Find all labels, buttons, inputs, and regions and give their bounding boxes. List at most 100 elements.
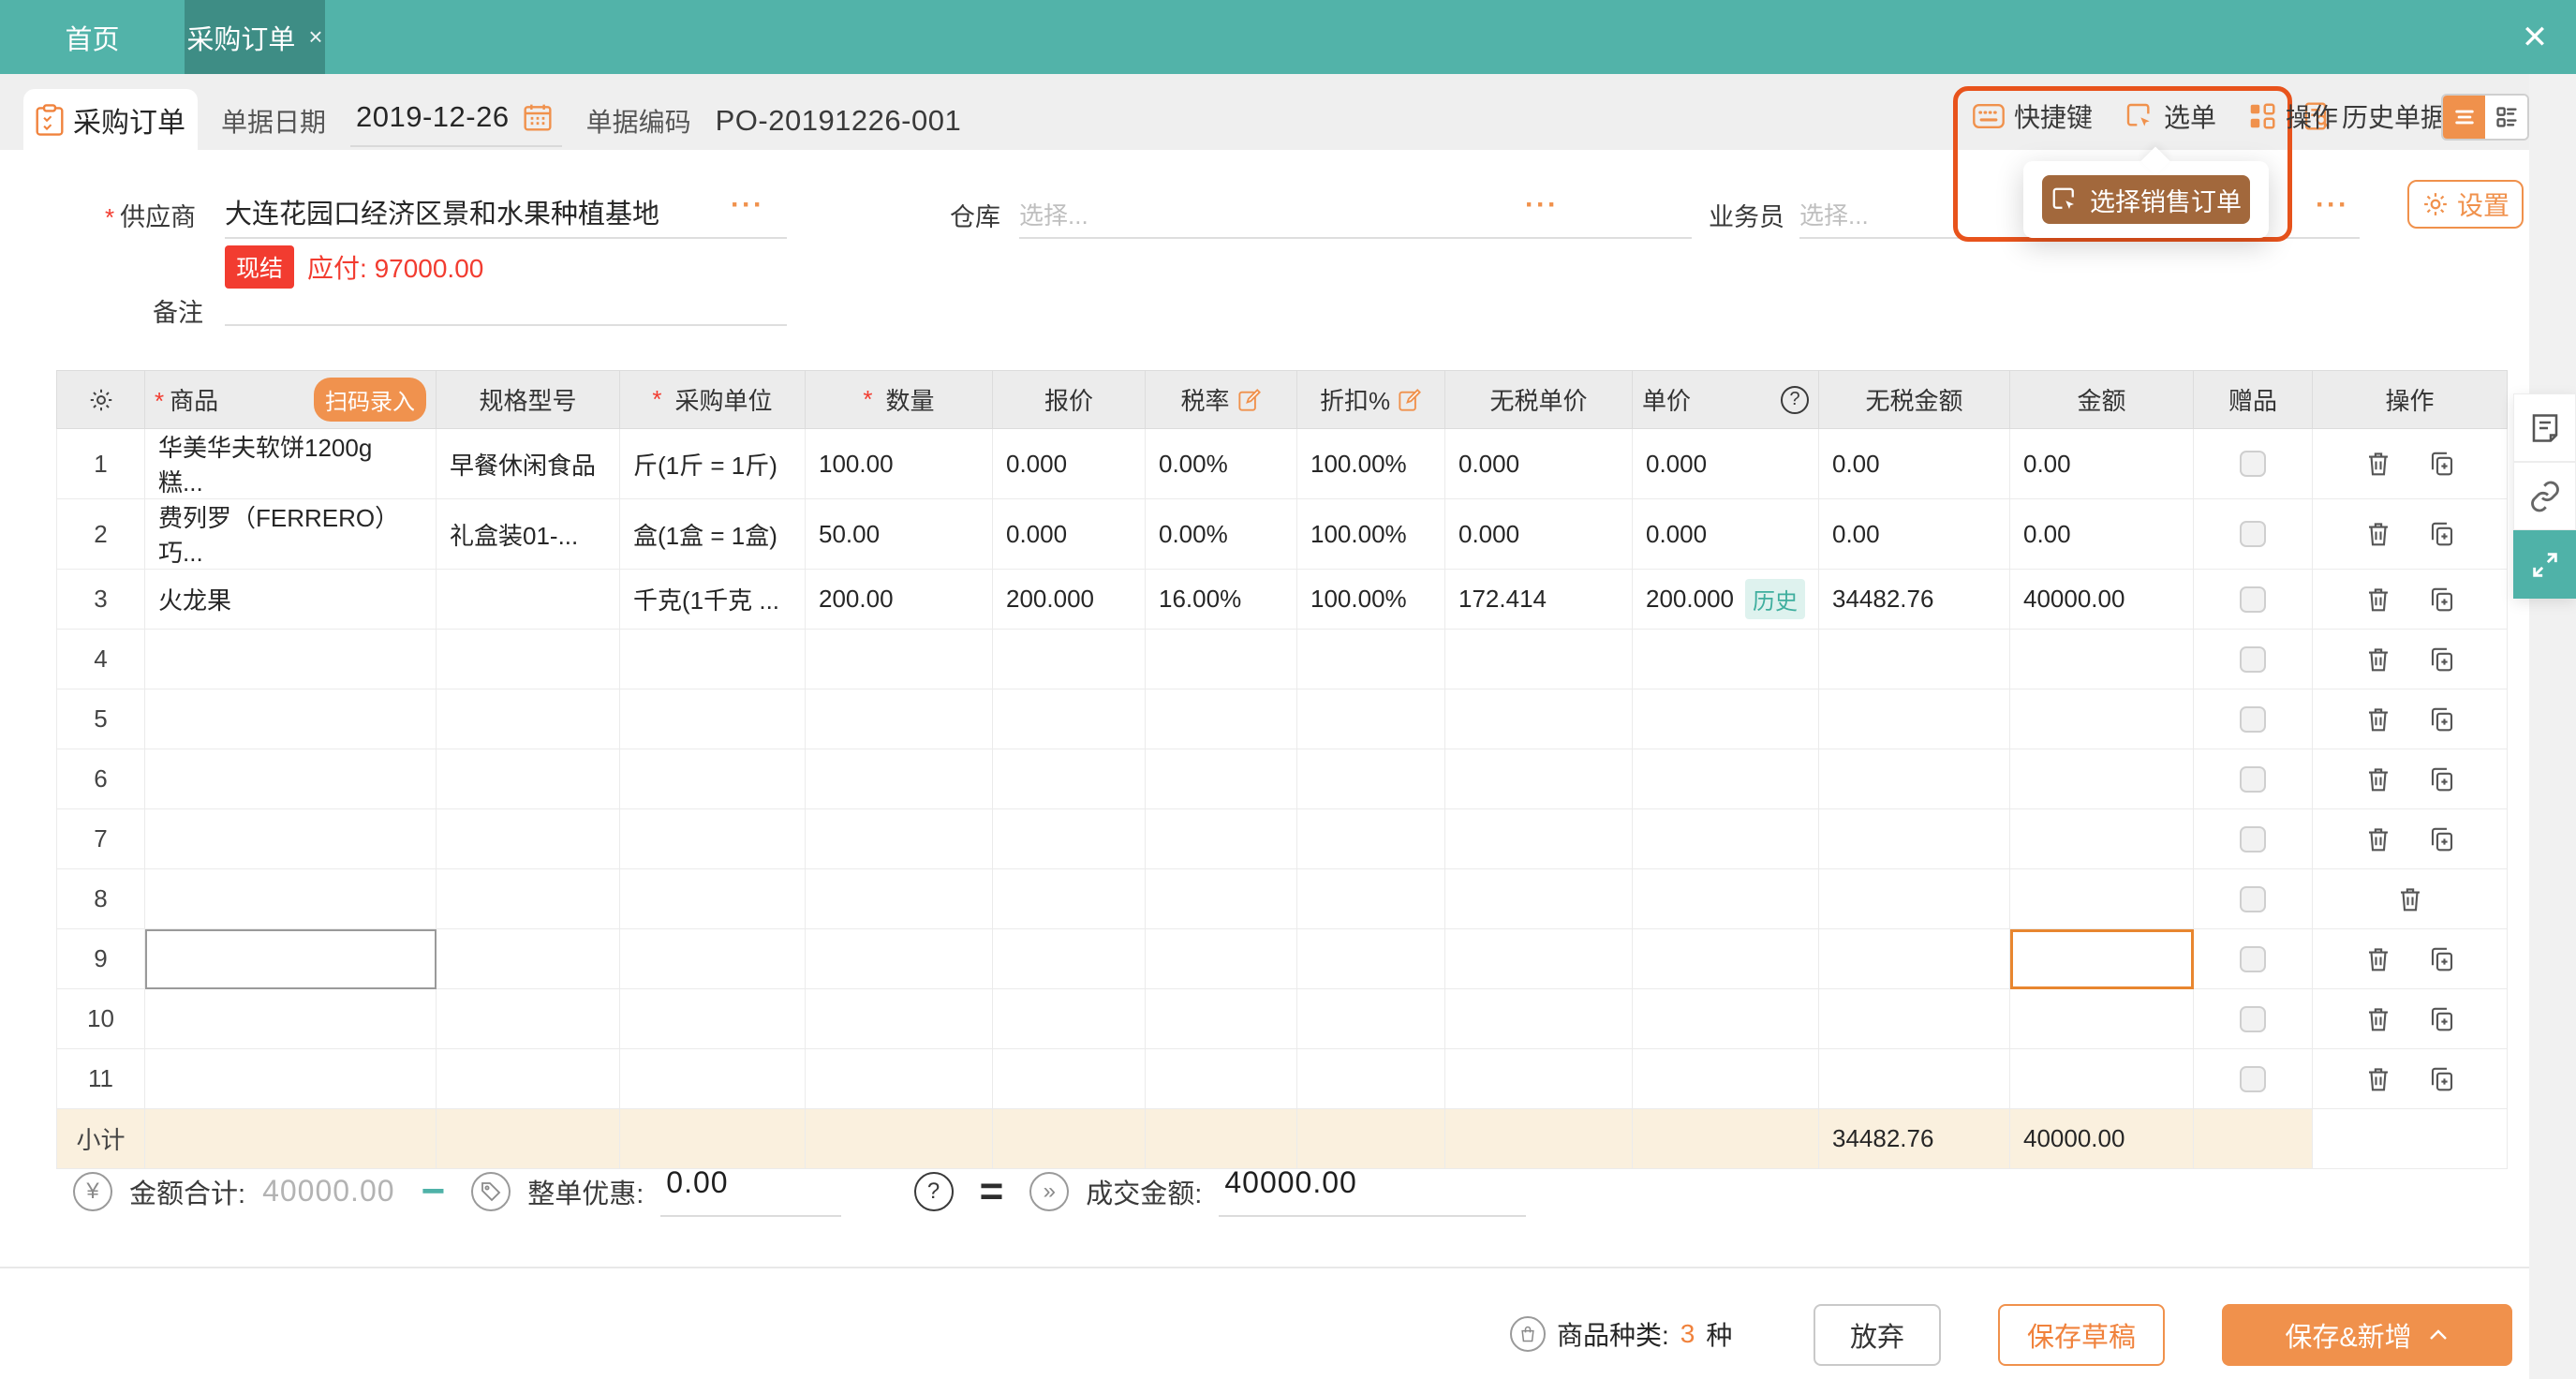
discount-cell[interactable]	[1296, 928, 1445, 989]
discount-cell[interactable]: 100.00%	[1296, 569, 1445, 630]
tax-cell[interactable]: 0.00%	[1145, 498, 1297, 570]
product-column-header[interactable]: * 商品 扫码录入	[144, 370, 437, 429]
discount-column-header[interactable]: 折扣%	[1296, 370, 1445, 429]
tax-column-header[interactable]: 税率	[1145, 370, 1297, 429]
copy-row-icon[interactable]	[2428, 520, 2456, 548]
unit-cell[interactable]	[619, 928, 806, 989]
tax-cell[interactable]: 16.00%	[1145, 569, 1297, 630]
notax-amount-cell[interactable]: 0.00	[1818, 428, 2010, 499]
price-cell[interactable]: 0.000	[1632, 428, 1819, 499]
gift-checkbox[interactable]	[2240, 451, 2266, 477]
unit-cell[interactable]: 千克(1千克 ...	[619, 569, 806, 630]
product-cell[interactable]: 费列罗（FERRERO）巧...	[144, 498, 437, 570]
question-icon[interactable]: ?	[913, 1171, 954, 1211]
notax-amount-cell[interactable]: 0.00	[1818, 498, 2010, 570]
quote-cell[interactable]: 0.000	[992, 498, 1146, 570]
notax-amount-cell[interactable]: 34482.76	[1818, 569, 2010, 630]
notax-amount-cell[interactable]	[1818, 749, 2010, 809]
history-price-badge[interactable]: 历史	[1745, 579, 1805, 619]
amount-cell-focused[interactable]	[2009, 928, 2194, 989]
discount-cell[interactable]	[1296, 689, 1445, 749]
copy-row-icon[interactable]	[2428, 705, 2456, 734]
qty-column-header[interactable]: * 数量	[805, 370, 993, 429]
notax-price-cell[interactable]	[1444, 1048, 1633, 1109]
amount-cell[interactable]	[2009, 868, 2194, 929]
price-cell[interactable]	[1632, 689, 1819, 749]
delete-row-icon[interactable]	[2364, 1005, 2392, 1033]
amount-cell[interactable]	[2009, 629, 2194, 690]
delete-row-icon[interactable]	[2364, 705, 2392, 734]
gift-checkbox[interactable]	[2240, 885, 2266, 912]
gift-checkbox[interactable]	[2240, 586, 2266, 613]
gift-checkbox[interactable]	[2240, 825, 2266, 853]
select-sales-order-button[interactable]: 选择销售订单	[2042, 175, 2250, 224]
qty-cell[interactable]	[805, 629, 993, 690]
notax-amount-cell[interactable]	[1818, 629, 2010, 690]
amount-cell[interactable]: 0.00	[2009, 428, 2194, 499]
spec-column-header[interactable]: 规格型号	[436, 370, 620, 429]
select-order-button[interactable]: 选单	[2124, 97, 2216, 135]
price-cell[interactable]	[1632, 629, 1819, 690]
discount-cell[interactable]	[1296, 1048, 1445, 1109]
unit-cell[interactable]: 斤(1斤 = 1斤)	[619, 428, 806, 499]
unit-cell[interactable]	[619, 689, 806, 749]
qty-cell[interactable]	[805, 1048, 993, 1109]
qty-cell[interactable]	[805, 808, 993, 869]
amount-cell[interactable]	[2009, 808, 2194, 869]
close-icon[interactable]: ✕	[2507, 0, 2563, 74]
spec-cell[interactable]	[436, 988, 620, 1049]
gift-checkbox[interactable]	[2240, 1005, 2266, 1032]
delete-row-icon[interactable]	[2364, 520, 2392, 548]
price-cell[interactable]	[1632, 868, 1819, 929]
notes-panel-button[interactable]	[2513, 393, 2576, 462]
discount-cell[interactable]	[1296, 868, 1445, 929]
amount-cell[interactable]	[2009, 749, 2194, 809]
tab-close-icon[interactable]: ×	[308, 22, 322, 52]
price-cell[interactable]: 200.000 历史	[1632, 569, 1819, 630]
gift-checkbox[interactable]	[2240, 705, 2266, 733]
spec-cell[interactable]	[436, 689, 620, 749]
unit-cell[interactable]	[619, 1048, 806, 1109]
notax-amount-cell[interactable]	[1818, 868, 2010, 929]
delete-row-icon[interactable]	[2364, 825, 2392, 853]
list-view-toggle[interactable]	[2443, 96, 2485, 139]
save-draft-button[interactable]: 保存草稿	[1998, 1304, 2165, 1366]
discount-cell[interactable]: 100.00%	[1296, 498, 1445, 570]
unit-cell[interactable]: 盒(1盒 = 1盒)	[619, 498, 806, 570]
quote-cell[interactable]	[992, 629, 1146, 690]
spec-cell[interactable]: 早餐休闲食品	[436, 428, 620, 499]
amount-column-header[interactable]: 金额	[2009, 370, 2194, 429]
gift-checkbox[interactable]	[2240, 645, 2266, 673]
amount-cell[interactable]	[2009, 689, 2194, 749]
product-cell[interactable]	[144, 808, 437, 869]
price-cell[interactable]	[1632, 1048, 1819, 1109]
notax-price-cell[interactable]: 0.000	[1444, 498, 1633, 570]
amount-cell[interactable]	[2009, 1048, 2194, 1109]
price-column-header[interactable]: 单价 ?	[1632, 370, 1819, 429]
delete-row-icon[interactable]	[2364, 450, 2392, 478]
delete-row-icon[interactable]	[2364, 586, 2392, 614]
notax-amount-cell[interactable]	[1818, 928, 2010, 989]
product-cell[interactable]	[144, 868, 437, 929]
amount-cell[interactable]	[2009, 988, 2194, 1049]
qty-cell[interactable]	[805, 988, 993, 1049]
notax-price-cell[interactable]	[1444, 808, 1633, 869]
shortcut-keys-button[interactable]: 快捷键	[1973, 97, 2093, 135]
edit-icon[interactable]	[1398, 388, 1422, 412]
delete-row-icon[interactable]	[2364, 765, 2392, 793]
tax-cell[interactable]	[1145, 808, 1297, 869]
product-cell[interactable]: 火龙果	[144, 569, 437, 630]
calendar-icon[interactable]	[523, 102, 553, 132]
link-panel-button[interactable]	[2513, 462, 2576, 530]
price-cell[interactable]	[1632, 749, 1819, 809]
product-cell[interactable]	[144, 749, 437, 809]
unit-cell[interactable]	[619, 749, 806, 809]
qty-cell[interactable]: 50.00	[805, 498, 993, 570]
notax-amount-column-header[interactable]: 无税金额	[1818, 370, 2010, 429]
remark-input[interactable]	[225, 281, 787, 326]
qty-cell[interactable]	[805, 868, 993, 929]
notax-amount-cell[interactable]	[1818, 808, 2010, 869]
price-cell[interactable]: 0.000	[1632, 498, 1819, 570]
notax-price-cell[interactable]	[1444, 988, 1633, 1049]
discount-cell[interactable]	[1296, 808, 1445, 869]
